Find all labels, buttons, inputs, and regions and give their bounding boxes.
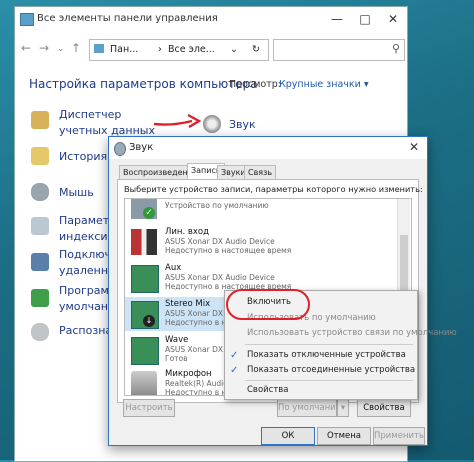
device-driver: ASUS Xonar DX Audio Device [165, 237, 275, 246]
device-name: Микрофон [165, 369, 212, 379]
minimize-button[interactable]: — [323, 7, 351, 31]
set-default-button[interactable]: По умолчанию [277, 399, 343, 417]
chevron-down-icon[interactable]: ⌄ [230, 44, 238, 55]
file-history-icon [31, 147, 49, 165]
speech-recognition-icon [31, 323, 49, 341]
menu-item-label: Показать отключенные устройства [247, 350, 406, 360]
mouse-icon [31, 183, 49, 201]
indexing-icon [31, 217, 49, 235]
device-driver: Realtek(R) Audio [165, 379, 228, 388]
breadcrumb-item[interactable]: Пан... [110, 44, 138, 55]
breadcrumb-separator-icon: › [158, 44, 162, 55]
forward-arrow-icon[interactable]: → [39, 41, 49, 55]
check-icon: ✓ [230, 365, 239, 376]
sound-dialog-titlebar: Звук ✕ [109, 137, 427, 159]
properties-button[interactable]: Свойства [357, 399, 411, 417]
red-arrow-annotation [153, 113, 202, 129]
close-button[interactable]: ✕ [379, 7, 407, 31]
remote-desktop-icon [31, 253, 49, 271]
menu-item-set-default-comm[interactable]: Использовать устройство связи по умолчан… [225, 326, 457, 341]
menu-item-properties[interactable]: Свойства [225, 383, 417, 398]
breadcrumb-item[interactable]: Все эле... [168, 44, 215, 55]
configure-button[interactable]: Настроить [123, 399, 175, 417]
red-highlight-oval [226, 289, 310, 320]
device-status: Устройство по умолчанию [165, 201, 269, 210]
menu-item-label: Использовать устройство связи по умолчан… [247, 328, 457, 338]
chevron-down-icon[interactable]: ⌄ [57, 44, 65, 54]
sound-card-icon [131, 265, 159, 293]
sound-dialog-title: Звук [129, 142, 154, 153]
control-panel-icon [20, 13, 34, 26]
cp-titlebar: Все элементы панели управления — □ ✕ [15, 7, 407, 31]
folder-icon [94, 44, 104, 53]
search-icon: ⚲ [391, 42, 400, 55]
list-item[interactable]: Лин. вход ASUS Xonar DX Audio Device Нед… [125, 225, 411, 259]
menu-item-label: Показать отсоединенные устройства [247, 365, 416, 375]
back-arrow-icon[interactable]: ← [21, 41, 31, 55]
microphone-icon [131, 371, 157, 395]
device-status: Готов [165, 354, 188, 363]
view-dropdown[interactable]: Крупные значки ▾ [279, 79, 369, 90]
speaker-icon [203, 115, 221, 133]
menu-item-show-disconnected[interactable]: ✓ Показать отсоединенные устройства [225, 363, 417, 378]
menu-separator [245, 344, 413, 345]
cp-window-title: Все элементы панели управления [37, 13, 218, 24]
cp-item-sound[interactable]: Звук [229, 117, 256, 133]
search-input[interactable]: ⚲ [273, 39, 405, 61]
close-icon[interactable]: ✕ [409, 140, 419, 154]
sound-card-icon [131, 337, 159, 365]
check-icon: ✓ [143, 207, 155, 219]
maximize-button[interactable]: □ [351, 7, 379, 31]
menu-separator [245, 380, 413, 381]
device-name: Wave [165, 335, 189, 345]
up-arrow-icon[interactable]: ↑ [71, 41, 81, 55]
credentials-icon [31, 111, 49, 129]
speaker-icon [114, 142, 126, 156]
device-status: Недоступно в настоящее время [165, 246, 292, 255]
cp-item-mouse[interactable]: Мышь [59, 185, 94, 201]
default-programs-icon [31, 289, 49, 307]
device-driver: ASUS Xonar DX Audio Device [165, 273, 275, 282]
refresh-icon[interactable]: ↻ [252, 44, 260, 55]
ok-button[interactable]: ОК [261, 427, 315, 445]
menu-item-label: Свойства [247, 385, 289, 395]
device-name: Stereo Mix [165, 299, 211, 309]
line-in-icon [131, 229, 157, 255]
down-arrow-icon: ↓ [143, 315, 155, 327]
list-item[interactable]: ✓ Устройство по умолчанию [125, 199, 411, 223]
apply-button[interactable]: Применить [373, 427, 425, 445]
device-name: Aux [165, 263, 182, 273]
view-dropdown-value: Крупные значки [279, 79, 361, 90]
check-icon: ✓ [230, 350, 239, 361]
cancel-button[interactable]: Отмена [317, 427, 371, 445]
menu-item-show-disabled[interactable]: ✓ Показать отключенные устройства [225, 348, 417, 363]
page-title: Настройка параметров компьютера [29, 77, 258, 91]
tab-communications[interactable]: Связь [244, 165, 277, 180]
set-default-dropdown[interactable]: ▾ [337, 399, 349, 417]
cp-item-credentials[interactable]: Диспетчер учетных данных [59, 107, 159, 139]
instruction-text: Выберите устройство записи, параметры ко… [124, 184, 423, 194]
address-bar[interactable]: Пан... › Все эле... ⌄ ↻ [89, 39, 269, 61]
device-name: Лин. вход [165, 227, 209, 237]
view-label: Просмотр: [229, 79, 281, 90]
